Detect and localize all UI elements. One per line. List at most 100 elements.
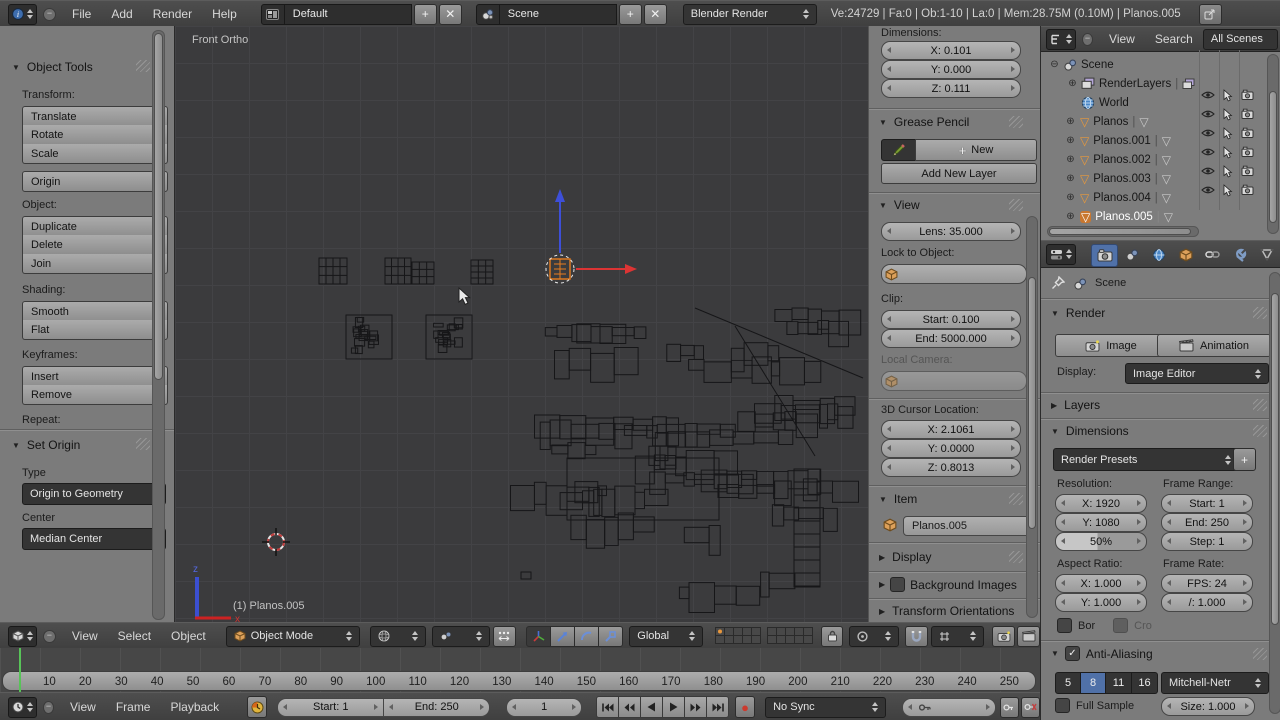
properties-scrollbar[interactable] <box>1269 272 1280 714</box>
jump-to-end-button[interactable] <box>707 696 730 718</box>
expand-icon[interactable]: ⊕ <box>1067 78 1078 89</box>
collapse-icon[interactable]: ⊖ <box>1049 59 1060 70</box>
aa-samples-5-button[interactable]: 5 <box>1055 672 1081 694</box>
play-button[interactable] <box>663 696 686 718</box>
editor-type-selector-properties[interactable] <box>1046 243 1076 265</box>
smooth-button[interactable]: Smooth <box>22 301 168 322</box>
aa-size-field[interactable]: Size: 1.000 <box>1161 697 1255 716</box>
background-images-checkbox[interactable] <box>890 577 906 592</box>
frame-start-field[interactable]: Start: 1 <box>1161 494 1253 513</box>
layers-grid-left[interactable] <box>714 627 761 645</box>
scale-button[interactable]: Scale <box>22 144 168 164</box>
outliner-row-scene[interactable]: ⊖ Scene <box>1041 55 1280 74</box>
anti-aliasing-checkbox[interactable]: ✓ <box>1064 646 1080 661</box>
menu-help[interactable]: Help <box>202 7 247 21</box>
panel-grip-icon[interactable] <box>136 438 150 450</box>
delete-scene-button[interactable]: ✕ <box>643 3 667 25</box>
jump-to-start-button[interactable] <box>596 696 620 718</box>
outliner-row-planos001[interactable]: ⊕ ▽ Planos.001 | ▽ <box>1041 131 1280 150</box>
n-panel-scrollbar[interactable] <box>1026 216 1038 618</box>
render-panel-header[interactable]: ▼ Render <box>1051 306 1105 320</box>
play-reverse-button[interactable] <box>641 696 664 718</box>
add-new-layer-button[interactable]: Add New Layer <box>881 163 1037 184</box>
expand-icon[interactable]: ⊕ <box>1065 192 1076 203</box>
dimension-x-field[interactable]: X: 0.101 <box>881 41 1021 60</box>
timeline-menu-frame[interactable]: Frame <box>106 700 161 714</box>
render-presets-dropdown[interactable]: Render Presets <box>1053 448 1239 471</box>
frame-step-field[interactable]: Step: 1 <box>1161 532 1253 551</box>
prev-keyframe-button[interactable] <box>619 696 642 718</box>
clip-start-field[interactable]: Start: 0.100 <box>881 310 1021 329</box>
aspect-x-field[interactable]: X: 1.000 <box>1055 574 1147 593</box>
transform-orientations-panel-header[interactable]: ▶ Transform Orientations <box>879 604 1014 618</box>
opengl-render-button[interactable] <box>992 625 1016 647</box>
panel-grip-icon[interactable] <box>1009 199 1023 211</box>
object-tools-panel-header[interactable]: ▼ Object Tools <box>12 60 93 74</box>
panel-grip-icon[interactable] <box>1253 648 1267 660</box>
current-frame-field[interactable]: 1 <box>506 697 583 717</box>
opengl-render-anim-button[interactable] <box>1017 625 1041 647</box>
viewport-shading-dropdown[interactable] <box>370 625 426 647</box>
grease-pencil-new-button[interactable]: + New <box>915 139 1037 161</box>
snap-element-dropdown[interactable] <box>930 625 985 647</box>
render-engine-dropdown[interactable]: Blender Render <box>682 3 817 25</box>
duplicate-button[interactable]: Duplicate <box>22 216 168 237</box>
layers-grid-right[interactable] <box>766 627 813 645</box>
fps-base-field[interactable]: /: 1.000 <box>1161 593 1253 612</box>
view3d-menu-object[interactable]: Object <box>161 629 216 643</box>
insert-keyframe-icon-button[interactable] <box>999 696 1019 718</box>
origin-type-dropdown[interactable]: Origin to Geometry <box>22 483 166 505</box>
screen-name-field[interactable]: Default <box>284 3 412 25</box>
expand-icon[interactable]: ⊕ <box>1065 154 1076 165</box>
3d-viewport[interactable]: Front Ortho z x (1) Planos.005 <box>174 26 869 622</box>
tab-data[interactable] <box>1254 244 1279 265</box>
resolution-y-field[interactable]: Y: 1080 <box>1055 513 1147 532</box>
start-frame-field[interactable]: Start: 1 <box>277 697 385 717</box>
manipulator-toggle[interactable] <box>526 625 552 647</box>
outliner-v-scrollbar[interactable] <box>1267 54 1279 234</box>
record-button[interactable]: ● <box>735 696 756 718</box>
timeline-menu-view[interactable]: View <box>60 700 106 714</box>
rotate-button[interactable]: Rotate <box>22 125 168 145</box>
outliner-h-scrollbar[interactable] <box>1047 226 1199 237</box>
translate-manipulator-toggle[interactable] <box>551 625 576 647</box>
timeline-scrollbar[interactable]: 10 20 30 40 50 60 70 80 90 100 110 120 130 140 150 160 1… <box>2 671 1036 691</box>
proportional-edit-dropdown[interactable] <box>849 625 900 647</box>
expand-icon[interactable]: ⊕ <box>1065 116 1076 127</box>
aa-samples-16-button[interactable]: 16 <box>1132 672 1158 694</box>
dimension-z-field[interactable]: Z: 0.111 <box>881 79 1021 98</box>
keying-set-field[interactable] <box>902 697 996 717</box>
scale-manipulator-toggle[interactable] <box>599 625 624 647</box>
collapse-menus-icon[interactable]: − <box>43 700 55 714</box>
expand-icon[interactable]: ⊕ <box>1065 211 1076 222</box>
translate-button[interactable]: Translate <box>22 106 168 127</box>
snap-toggle[interactable] <box>905 625 928 647</box>
add-preset-button[interactable]: + <box>1233 448 1256 471</box>
editor-type-selector-info[interactable]: i <box>8 3 37 25</box>
flat-button[interactable]: Flat <box>22 320 168 340</box>
aa-filter-dropdown[interactable]: Mitchell-Netr <box>1161 672 1269 694</box>
expand-icon[interactable]: ⊕ <box>1065 135 1076 146</box>
outliner-menu-search[interactable]: Search <box>1145 32 1203 46</box>
panel-grip-icon[interactable] <box>1009 551 1023 563</box>
aa-samples-8-button[interactable]: 8 <box>1081 672 1106 694</box>
pin-icon[interactable] <box>1051 276 1065 290</box>
resolution-percentage-slider[interactable]: 50% <box>1055 532 1147 551</box>
panel-grip-icon[interactable] <box>1253 399 1267 411</box>
add-scene-button[interactable]: + <box>618 3 642 25</box>
tool-shelf-scrollbar[interactable] <box>152 30 165 620</box>
collapse-menus-icon[interactable]: − <box>43 7 56 21</box>
collapse-menus-icon[interactable]: − <box>1082 32 1094 46</box>
outliner-filter-dropdown[interactable]: All Scenes <box>1202 28 1278 50</box>
item-name-field[interactable]: Planos.005 <box>903 516 1037 536</box>
use-preview-range-toggle[interactable] <box>247 696 268 718</box>
delete-keyframe-icon-button[interactable] <box>1020 696 1041 718</box>
outliner-row-renderlayers[interactable]: ⊕ RenderLayers | <box>1041 74 1280 93</box>
cursor-y-field[interactable]: Y: 0.0000 <box>881 439 1021 458</box>
item-panel-header[interactable]: ▼ Item <box>879 492 917 506</box>
lock-to-scene-toggle[interactable] <box>820 625 844 647</box>
outliner-row-planos[interactable]: ⊕ ▽ Planos | ▽ <box>1041 112 1280 131</box>
outliner-menu-view[interactable]: View <box>1099 32 1145 46</box>
tab-render[interactable] <box>1091 244 1118 267</box>
editor-type-selector-timeline[interactable] <box>8 696 37 718</box>
